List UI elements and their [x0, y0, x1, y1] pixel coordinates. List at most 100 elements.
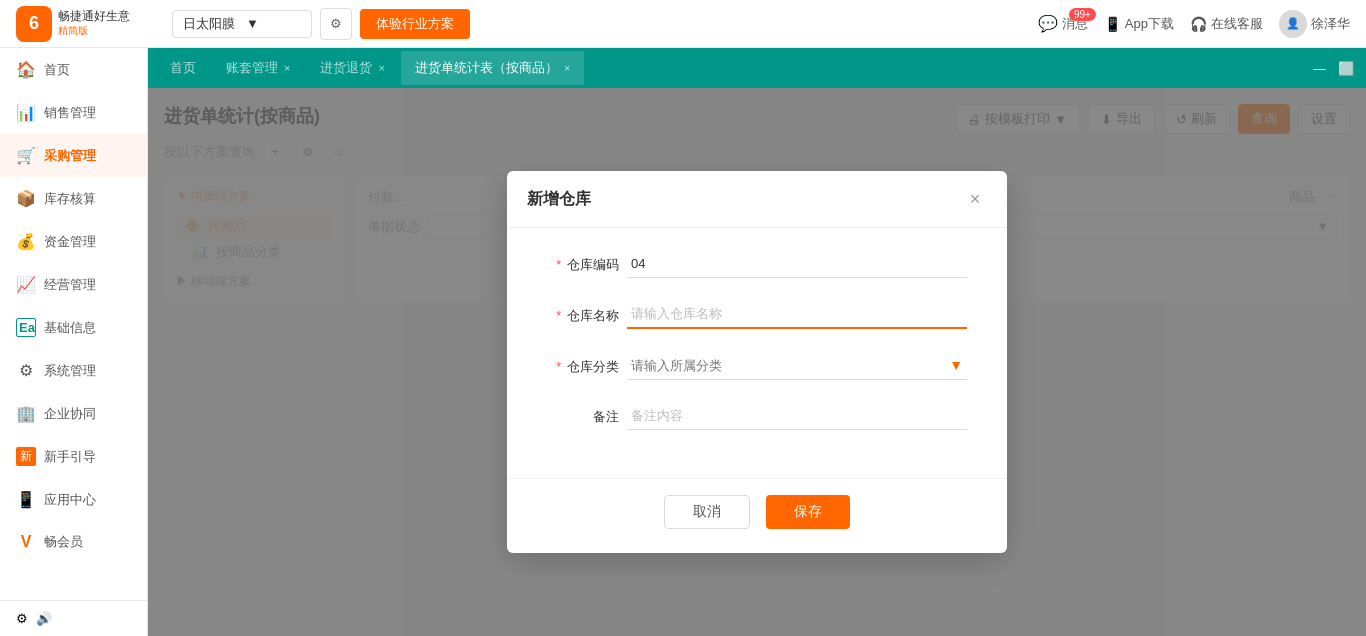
- name-label: * 仓库名称: [547, 307, 627, 325]
- messages-button[interactable]: 💬 99+ 消息: [1038, 14, 1088, 33]
- tab-account-label: 账套管理: [226, 59, 278, 77]
- tab-minimize-icon[interactable]: —: [1309, 57, 1330, 80]
- sidebar-item-sales[interactable]: 📊 销售管理: [0, 91, 147, 134]
- modal-close-button[interactable]: ×: [963, 187, 987, 211]
- guide-icon: 新: [16, 447, 36, 466]
- tab-home[interactable]: 首页: [156, 51, 210, 85]
- sidebar-item-operations[interactable]: 📈 经营管理: [0, 263, 147, 306]
- category-chevron-icon: ▼: [949, 357, 963, 373]
- sidebar-label-basic-info: 基础信息: [44, 319, 96, 337]
- tab-bar: 首页 账套管理 × 进货退货 × 进货单统计表（按商品） × — ⬜: [148, 48, 1366, 88]
- home-icon: 🏠: [16, 60, 36, 79]
- modal-new-warehouse: 新增仓库 × * 仓库编码: [507, 171, 1007, 553]
- sidebar-item-home[interactable]: 🏠 首页: [0, 48, 147, 91]
- tab-account[interactable]: 账套管理 ×: [212, 51, 304, 85]
- form-row-category: * 仓库分类 ▼: [547, 353, 967, 380]
- vip-icon: V: [16, 533, 36, 551]
- sidebar-item-system[interactable]: ⚙ 系统管理: [0, 349, 147, 392]
- sidebar-label-enterprise: 企业协同: [44, 405, 96, 423]
- sidebar-item-appstore[interactable]: 📱 应用中心: [0, 478, 147, 521]
- modal-title: 新增仓库: [527, 189, 591, 210]
- app-download-button[interactable]: 📱 App下载: [1104, 15, 1174, 33]
- online-service-button[interactable]: 🎧 在线客服: [1190, 15, 1263, 33]
- tab-purchase-return-label: 进货退货: [320, 59, 372, 77]
- tab-maximize-icon[interactable]: ⬜: [1334, 57, 1358, 80]
- modal-footer: 取消 保存: [507, 478, 1007, 553]
- chevron-down-icon: ▼: [246, 16, 301, 31]
- store-selector[interactable]: 日太阳膜 ▼: [172, 10, 312, 38]
- cancel-button[interactable]: 取消: [664, 495, 750, 529]
- modal-body: * 仓库编码 * 仓库名称: [507, 228, 1007, 478]
- tab-home-label: 首页: [170, 59, 196, 77]
- tab-purchase-stats-close[interactable]: ×: [564, 62, 570, 74]
- sidebar-label-guide: 新手引导: [44, 448, 96, 466]
- warehouse-code-input[interactable]: [627, 252, 967, 278]
- user-profile[interactable]: 👤 徐泽华: [1279, 10, 1350, 38]
- tab-purchase-return-close[interactable]: ×: [378, 62, 384, 74]
- avatar: 👤: [1279, 10, 1307, 38]
- logo-icon: 6: [16, 6, 52, 42]
- store-name: 日太阳膜: [183, 15, 238, 33]
- required-star-3: *: [556, 359, 561, 374]
- sidebar-bottom: ⚙ 🔊: [0, 600, 147, 636]
- page-content: 进货单统计(按商品) 🖨 按模板打印 ▼ ⬇ 导出 ↺ 刷新: [148, 88, 1366, 636]
- finance-icon: 💰: [16, 232, 36, 251]
- sidebar-label-system: 系统管理: [44, 362, 96, 380]
- sidebar-label-home: 首页: [44, 61, 70, 79]
- sound-icon[interactable]: 🔊: [36, 611, 52, 626]
- code-label: * 仓库编码: [547, 256, 627, 274]
- purchase-icon: 🛒: [16, 146, 36, 165]
- sidebar-label-operations: 经营管理: [44, 276, 96, 294]
- sidebar-item-guide[interactable]: 新 新手引导: [0, 435, 147, 478]
- save-button[interactable]: 保存: [766, 495, 850, 529]
- form-row-code: * 仓库编码: [547, 252, 967, 278]
- settings-button[interactable]: ⚙: [320, 8, 352, 40]
- notes-input[interactable]: [627, 404, 967, 430]
- category-label: * 仓库分类: [547, 358, 627, 376]
- trial-button[interactable]: 体验行业方案: [360, 9, 470, 39]
- sidebar-item-finance[interactable]: 💰 资金管理: [0, 220, 147, 263]
- notes-label: 备注: [547, 408, 627, 426]
- topbar-right: 💬 99+ 消息 📱 App下载 🎧 在线客服 👤 徐泽华: [1038, 10, 1350, 38]
- sidebar-item-vip[interactable]: V 畅会员: [0, 521, 147, 563]
- logo-text: 畅捷通好生意: [58, 9, 130, 25]
- category-select[interactable]: ▼: [627, 353, 967, 380]
- system-icon: ⚙: [16, 361, 36, 380]
- logo-area: 6 畅捷通好生意 精简版: [16, 6, 164, 42]
- form-row-name: * 仓库名称: [547, 302, 967, 329]
- modal-header: 新增仓库 ×: [507, 171, 1007, 228]
- logo-badge: 精简版: [58, 24, 130, 38]
- user-name: 徐泽华: [1311, 15, 1350, 33]
- sidebar-item-inventory[interactable]: 📦 库存核算: [0, 177, 147, 220]
- inventory-icon: 📦: [16, 189, 36, 208]
- operations-icon: 📈: [16, 275, 36, 294]
- warehouse-name-input[interactable]: [627, 302, 967, 329]
- modal-overlay: 新增仓库 × * 仓库编码: [148, 88, 1366, 636]
- sidebar-item-basic-info[interactable]: Ea 基础信息: [0, 306, 147, 349]
- content-area: 首页 账套管理 × 进货退货 × 进货单统计表（按商品） × — ⬜ 进货单统计…: [148, 48, 1366, 636]
- sidebar: 🏠 首页 📊 销售管理 🛒 采购管理 📦 库存核算 💰 资金管理 📈 经营管理 …: [0, 48, 148, 636]
- sidebar-label-inventory: 库存核算: [44, 190, 96, 208]
- sidebar-item-enterprise[interactable]: 🏢 企业协同: [0, 392, 147, 435]
- sidebar-label-purchase: 采购管理: [44, 147, 96, 165]
- sidebar-label-sales: 销售管理: [44, 104, 96, 122]
- enterprise-icon: 🏢: [16, 404, 36, 423]
- sales-icon: 📊: [16, 103, 36, 122]
- settings-bottom-icon[interactable]: ⚙: [16, 611, 28, 626]
- category-input[interactable]: [631, 358, 949, 373]
- tab-account-close[interactable]: ×: [284, 62, 290, 74]
- basic-info-icon: Ea: [16, 318, 36, 337]
- required-star: *: [556, 257, 561, 272]
- sidebar-label-vip: 畅会员: [44, 533, 83, 551]
- tab-bar-right: — ⬜: [1309, 57, 1358, 80]
- required-star-2: *: [556, 308, 561, 323]
- tab-purchase-stats[interactable]: 进货单统计表（按商品） ×: [401, 51, 584, 85]
- sidebar-item-purchase[interactable]: 🛒 采购管理: [0, 134, 147, 177]
- tab-purchase-stats-label: 进货单统计表（按商品）: [415, 59, 558, 77]
- appstore-icon: 📱: [16, 490, 36, 509]
- tab-purchase-return[interactable]: 进货退货 ×: [306, 51, 398, 85]
- topbar: 6 畅捷通好生意 精简版 日太阳膜 ▼ ⚙ 体验行业方案 💬 99+ 消息 📱 …: [0, 0, 1366, 48]
- sidebar-label-appstore: 应用中心: [44, 491, 96, 509]
- form-row-notes: 备注: [547, 404, 967, 430]
- badge: 99+: [1069, 8, 1096, 21]
